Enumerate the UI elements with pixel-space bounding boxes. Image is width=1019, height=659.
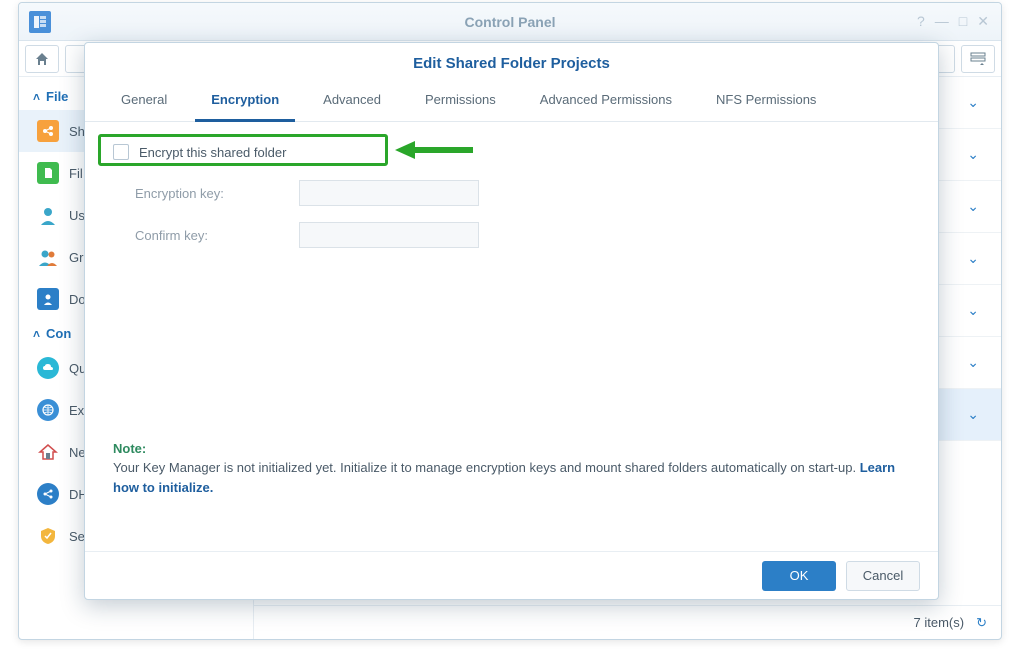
tab-bar: General Encryption Advanced Permissions … bbox=[85, 82, 938, 122]
cancel-button[interactable]: Cancel bbox=[846, 561, 920, 591]
encryption-key-label: Encryption key: bbox=[135, 186, 285, 201]
tab-advanced-permissions[interactable]: Advanced Permissions bbox=[524, 82, 688, 121]
refresh-icon[interactable]: ↻ bbox=[976, 615, 987, 631]
note-heading: Note: bbox=[113, 439, 910, 459]
sidebar-item-label: Sh bbox=[69, 124, 85, 139]
group-icon bbox=[37, 246, 59, 268]
chevron-down-icon: ⌄ bbox=[967, 302, 979, 319]
globe-icon bbox=[37, 399, 59, 421]
note-text: Your Key Manager is not initialized yet.… bbox=[113, 460, 856, 475]
sidebar-item-label: Gr bbox=[69, 250, 83, 265]
sidebar-item-label: Ex bbox=[69, 403, 84, 418]
encrypt-checkbox-row: Encrypt this shared folder bbox=[113, 140, 910, 164]
dhcp-icon bbox=[37, 483, 59, 505]
dialog-footer: OK Cancel bbox=[85, 551, 938, 599]
note-block: Note: Your Key Manager is not initialize… bbox=[113, 439, 910, 498]
close-icon[interactable]: ✕ bbox=[977, 13, 989, 30]
encrypt-checkbox[interactable] bbox=[113, 144, 129, 160]
shield-icon bbox=[37, 525, 59, 547]
encryption-key-input bbox=[299, 180, 479, 206]
encrypt-checkbox-label: Encrypt this shared folder bbox=[139, 145, 286, 160]
minimize-icon[interactable]: — bbox=[935, 13, 949, 30]
app-icon bbox=[29, 11, 51, 33]
chevron-down-icon: ⌄ bbox=[967, 354, 979, 371]
chevron-up-icon: ˄ bbox=[33, 327, 40, 341]
chevron-down-icon: ⌄ bbox=[967, 406, 979, 423]
help-icon[interactable]: ? bbox=[917, 13, 925, 30]
domain-icon bbox=[37, 288, 59, 310]
titlebar: Control Panel ? — □ ✕ bbox=[19, 3, 1001, 41]
cloud-icon bbox=[37, 357, 59, 379]
tab-advanced[interactable]: Advanced bbox=[307, 82, 397, 121]
network-icon bbox=[37, 441, 59, 463]
edit-shared-folder-dialog: Edit Shared Folder Projects General Encr… bbox=[84, 42, 939, 600]
chevron-down-icon: ⌄ bbox=[967, 94, 979, 111]
ok-button[interactable]: OK bbox=[762, 561, 836, 591]
tab-body-encryption: Encrypt this shared folder Encryption ke… bbox=[85, 122, 938, 551]
share-icon bbox=[37, 120, 59, 142]
dialog-title: Edit Shared Folder Projects bbox=[85, 43, 938, 82]
user-icon bbox=[37, 204, 59, 226]
maximize-icon[interactable]: □ bbox=[959, 13, 967, 30]
chevron-up-icon: ˄ bbox=[33, 90, 40, 104]
home-button[interactable] bbox=[25, 45, 59, 73]
chevron-down-icon: ⌄ bbox=[967, 146, 979, 163]
file-icon bbox=[37, 162, 59, 184]
tab-general[interactable]: General bbox=[105, 82, 183, 121]
tab-encryption[interactable]: Encryption bbox=[195, 82, 295, 122]
status-bar: 7 item(s) ↻ bbox=[254, 605, 1001, 639]
tab-nfs-permissions[interactable]: NFS Permissions bbox=[700, 82, 832, 121]
tab-permissions[interactable]: Permissions bbox=[409, 82, 512, 121]
chevron-down-icon: ⌄ bbox=[967, 250, 979, 267]
confirm-key-input bbox=[299, 222, 479, 248]
sidebar-item-label: Fil bbox=[69, 166, 83, 181]
window-title: Control Panel bbox=[19, 14, 1001, 30]
confirm-key-label: Confirm key: bbox=[135, 228, 285, 243]
chevron-down-icon: ⌄ bbox=[967, 198, 979, 215]
item-count: 7 item(s) bbox=[914, 615, 965, 630]
layout-toggle-button[interactable] bbox=[961, 45, 995, 73]
sidebar-item-label: Us bbox=[69, 208, 85, 223]
